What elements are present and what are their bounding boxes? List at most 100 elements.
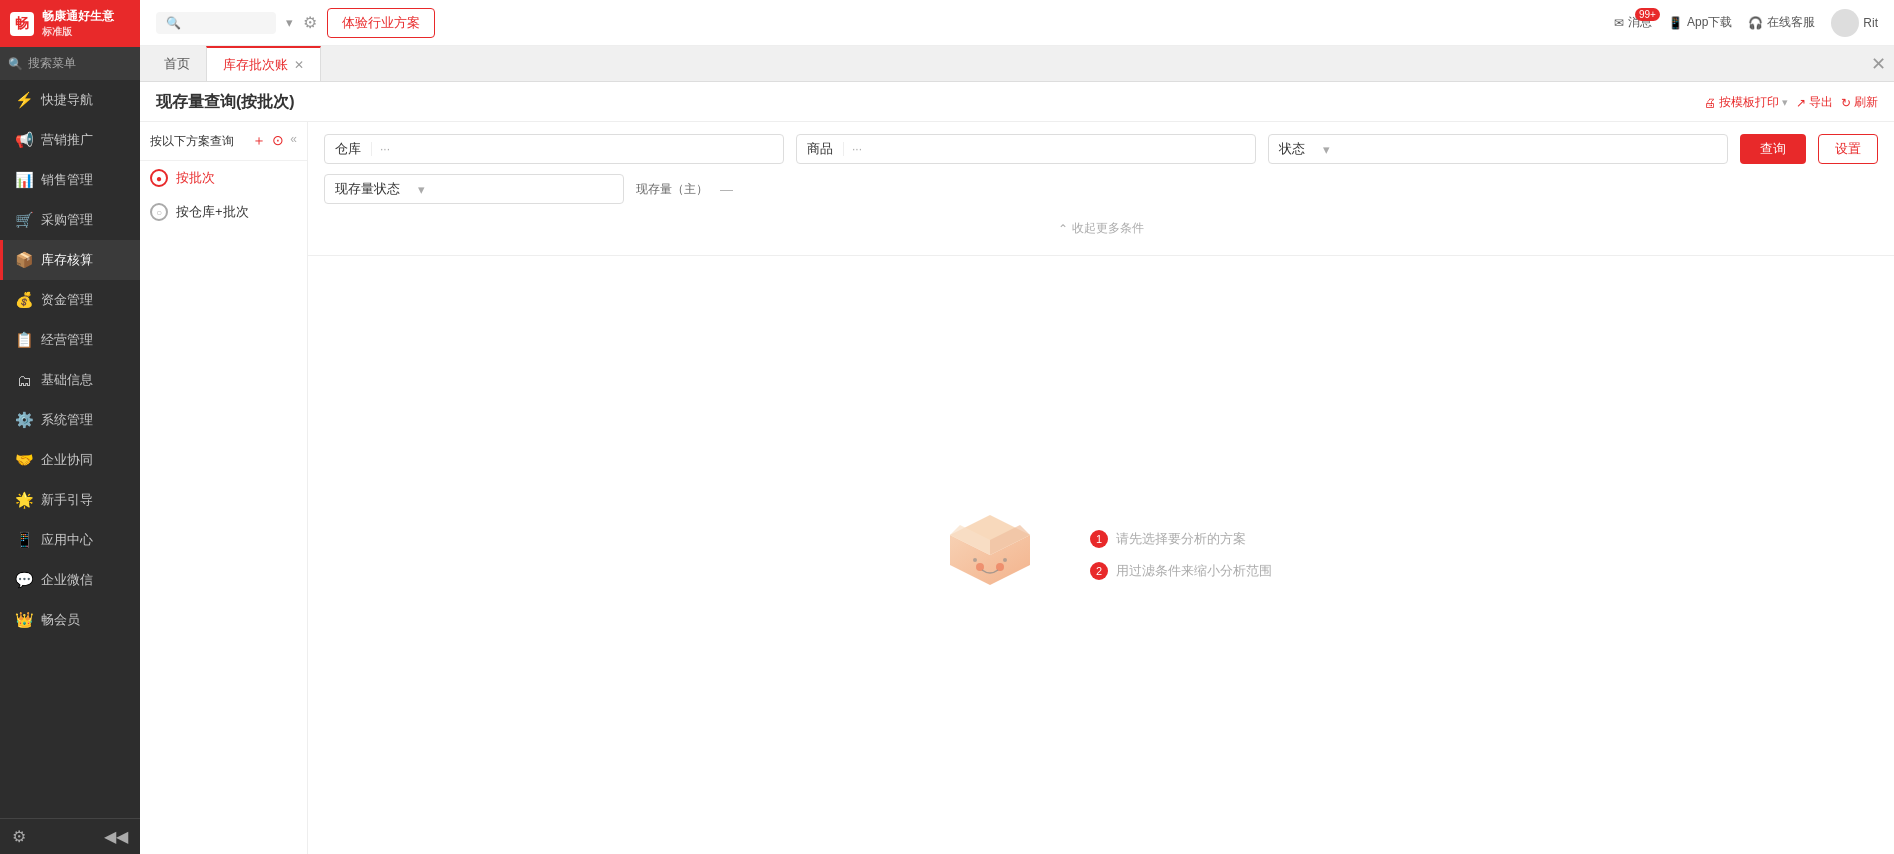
sidebar-nav: ⚡ 快捷导航 📢 营销推广 📊 销售管理 🛒 采购管理 📦 库存核算 💰 资金管… (0, 80, 140, 818)
app-download-icon: 📱 (1668, 16, 1683, 30)
sidebar-item-member[interactable]: 👑 畅会员 (0, 600, 140, 640)
sidebar-item-enterprise[interactable]: 🤝 企业协同 (0, 440, 140, 480)
status-filter[interactable]: 状态 ▾ (1268, 134, 1728, 164)
filter-area: 仓库 ··· 商品 ··· 状态 ▾ 查询 设置 (308, 122, 1894, 256)
user-profile[interactable]: Rit (1831, 9, 1878, 37)
sidebar-settings-icon[interactable]: ⚙ (12, 827, 26, 846)
print-btn[interactable]: 🖨 按模板打印 ▾ (1704, 94, 1788, 111)
finance-icon: 💰 (15, 291, 33, 309)
online-service-action[interactable]: 🎧 在线客服 (1748, 14, 1815, 31)
tab-home-label: 首页 (164, 55, 190, 73)
sidebar-item-newbie[interactable]: 🌟 新手引导 (0, 480, 140, 520)
sidebar-item-system[interactable]: ⚙️ 系统管理 (0, 400, 140, 440)
marketing-icon: 📢 (15, 131, 33, 149)
sidebar-item-quick-nav[interactable]: ⚡ 快捷导航 (0, 80, 140, 120)
left-panel-header: 按以下方案查询 ＋ ⊙ « (140, 122, 307, 161)
sidebar-item-label: 系统管理 (41, 411, 93, 429)
refresh-label: 刷新 (1854, 94, 1878, 111)
topbar-dropdown-icon[interactable]: ▾ (286, 15, 293, 30)
warehouse-filter[interactable]: 仓库 ··· (324, 134, 784, 164)
sidebar-item-sales[interactable]: 📊 销售管理 (0, 160, 140, 200)
sidebar-search[interactable]: 🔍 搜索菜单 (0, 47, 140, 80)
product-label: 商品 (797, 140, 843, 158)
system-icon: ⚙️ (15, 411, 33, 429)
panel-close-icon[interactable]: ✕ (1871, 53, 1886, 75)
scheme-batch-label: 按批次 (176, 169, 215, 187)
apps-icon: 📱 (15, 531, 33, 549)
sidebar-item-label: 快捷导航 (41, 91, 93, 109)
collapse-more-btn[interactable]: ⌃ 收起更多条件 (324, 214, 1878, 243)
experience-btn[interactable]: 体验行业方案 (327, 8, 435, 38)
scheme-item-warehouse-batch[interactable]: ○ 按仓库+批次 (140, 195, 307, 229)
page-title: 现存量查询(按批次) (156, 92, 295, 113)
topbar-actions: ✉ 消息 99+ 📱 App下载 🎧 在线客服 Rit (1614, 9, 1878, 37)
collapse-left-icon[interactable]: « (290, 132, 297, 150)
sidebar-item-label: 资金管理 (41, 291, 93, 309)
refresh-btn[interactable]: ↻ 刷新 (1841, 94, 1878, 111)
scheme-item-batch[interactable]: ● 按批次 (140, 161, 307, 195)
scheme-settings-icon[interactable]: ⊙ (272, 132, 284, 150)
collapse-arrow-icon: ⌃ (1058, 222, 1068, 236)
empty-state: 1 请先选择要分析的方案 2 用过滤条件来缩小分析范围 (308, 256, 1894, 854)
stock-status-filter[interactable]: 现存量状态 ▾ (324, 174, 624, 204)
warehouse-more-icon[interactable]: ··· (371, 142, 398, 156)
company-name: 畅康通好生意 (42, 8, 114, 25)
sidebar-item-marketing[interactable]: 📢 营销推广 (0, 120, 140, 160)
sidebar-item-label: 营销推广 (41, 131, 93, 149)
newbie-icon: 🌟 (15, 491, 33, 509)
topbar-search-field[interactable]: 🔍 (156, 12, 276, 34)
sidebar-collapse-icon[interactable]: ◀◀ (104, 827, 128, 846)
sidebar-item-finance[interactable]: 💰 资金管理 (0, 280, 140, 320)
sidebar-item-label: 企业微信 (41, 571, 93, 589)
online-service-label: 在线客服 (1767, 14, 1815, 31)
left-panel-actions: ＋ ⊙ « (252, 132, 297, 150)
stock-quantity-separator: — (720, 182, 733, 197)
hint-1-text: 请先选择要分析的方案 (1116, 530, 1246, 548)
tab-inventory-batch-label: 库存批次账 (223, 56, 288, 74)
app-logo: 畅 (10, 12, 34, 36)
sidebar-item-operation[interactable]: 📋 经营管理 (0, 320, 140, 360)
user-avatar (1831, 9, 1859, 37)
topbar-search-icon: 🔍 (166, 16, 181, 30)
print-icon: 🖨 (1704, 96, 1716, 110)
export-label: 导出 (1809, 94, 1833, 111)
edition-label: 标准版 (42, 25, 114, 39)
purchase-icon: 🛒 (15, 211, 33, 229)
tab-close-icon[interactable]: ✕ (294, 58, 304, 72)
export-btn[interactable]: ↗ 导出 (1796, 94, 1833, 111)
collapse-more-label: 收起更多条件 (1072, 220, 1144, 237)
app-download-action[interactable]: 📱 App下载 (1668, 14, 1732, 31)
left-panel-title: 按以下方案查询 (150, 133, 234, 150)
sidebar-item-label: 畅会员 (41, 611, 80, 629)
topbar-search-input[interactable] (186, 16, 266, 30)
sidebar-item-label: 采购管理 (41, 211, 93, 229)
sidebar-item-basic[interactable]: 🗂 基础信息 (0, 360, 140, 400)
tab-home[interactable]: 首页 (148, 46, 206, 81)
hint-2-text: 用过滤条件来缩小分析范围 (1116, 562, 1272, 580)
member-icon: 👑 (15, 611, 33, 629)
sidebar: 畅 畅康通好生意 标准版 🔍 搜索菜单 ⚡ 快捷导航 📢 营销推广 📊 销售管理… (0, 0, 140, 854)
messages-icon: ✉ (1614, 16, 1624, 30)
sidebar-item-apps[interactable]: 📱 应用中心 (0, 520, 140, 560)
product-filter[interactable]: 商品 ··· (796, 134, 1256, 164)
sidebar-item-inventory[interactable]: 📦 库存核算 (0, 240, 140, 280)
filter-row-1: 仓库 ··· 商品 ··· 状态 ▾ 查询 设置 (324, 134, 1878, 164)
settings-button[interactable]: 设置 (1818, 134, 1878, 164)
product-more-icon[interactable]: ··· (843, 142, 870, 156)
topbar-gear-icon[interactable]: ⚙ (303, 13, 317, 32)
content-area: 按以下方案查询 ＋ ⊙ « ● 按批次 ○ 按仓库+批次 (140, 122, 1894, 854)
left-panel: 按以下方案查询 ＋ ⊙ « ● 按批次 ○ 按仓库+批次 (140, 122, 308, 854)
sidebar-footer: ⚙ ◀◀ (0, 818, 140, 854)
sidebar-item-purchase[interactable]: 🛒 采购管理 (0, 200, 140, 240)
messages-action[interactable]: ✉ 消息 99+ (1614, 14, 1652, 31)
basic-icon: 🗂 (15, 372, 33, 389)
search-icon: 🔍 (8, 57, 23, 71)
tab-inventory-batch[interactable]: 库存批次账 ✕ (206, 46, 321, 81)
query-button[interactable]: 查询 (1740, 134, 1806, 164)
sales-icon: 📊 (15, 171, 33, 189)
sidebar-item-wechat[interactable]: 💬 企业微信 (0, 560, 140, 600)
add-scheme-icon[interactable]: ＋ (252, 132, 266, 150)
status-dropdown-icon[interactable]: ▾ (1315, 142, 1338, 157)
scheme-warehouse-batch-label: 按仓库+批次 (176, 203, 249, 221)
stock-status-dropdown-icon[interactable]: ▾ (410, 182, 433, 197)
